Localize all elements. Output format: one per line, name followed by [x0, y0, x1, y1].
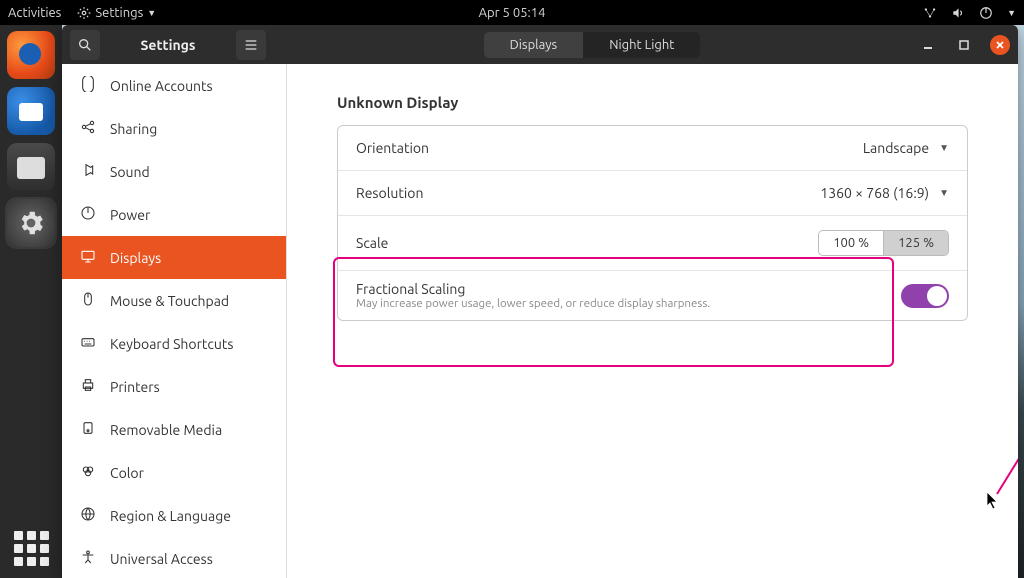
settings-sidebar: Online Accounts Sharing Sound Power Displays… — [62, 64, 287, 578]
annotation-arrow — [977, 384, 1018, 508]
sidebar-item-label: Color — [110, 465, 144, 481]
scale-100-button[interactable]: 100 % — [819, 231, 883, 255]
chevron-down-icon: ▼ — [147, 8, 156, 18]
sidebar-item-label: Power — [110, 207, 150, 223]
close-button[interactable] — [990, 35, 1010, 55]
search-button[interactable] — [70, 30, 100, 60]
power-menu-icon — [979, 6, 993, 20]
scale-row: Scale 100 % 125 % — [338, 216, 967, 271]
sidebar-item-label: Printers — [110, 379, 160, 395]
app-menu-label: Settings — [95, 6, 143, 20]
settings-window: Settings Displays Night Light Onl — [62, 25, 1018, 578]
displays-panel: Unknown Display Orientation Landscape ▼ … — [287, 64, 1018, 578]
chevron-down-icon: ▼ — [939, 142, 949, 154]
settings-small-icon — [77, 6, 91, 20]
titlebar: Settings Displays Night Light — [62, 25, 1018, 64]
activities-label: Activities — [8, 6, 61, 20]
app-menu-button[interactable]: Settings ▼ — [77, 6, 156, 20]
orientation-row[interactable]: Orientation Landscape ▼ — [338, 126, 967, 171]
tab-displays[interactable]: Displays — [484, 32, 584, 58]
dock — [0, 25, 62, 578]
search-icon — [77, 37, 93, 53]
sidebar-item-sharing[interactable]: Sharing — [62, 107, 286, 150]
sidebar-item-region-language[interactable]: Region & Language — [62, 494, 286, 537]
region-language-icon — [80, 506, 96, 525]
sidebar-item-printers[interactable]: Printers — [62, 365, 286, 408]
scale-segment: 100 % 125 % — [818, 230, 949, 256]
system-tray[interactable]: ▼ — [923, 6, 1016, 20]
mouse-touchpad-icon — [80, 291, 96, 310]
activities-button[interactable]: Activities — [8, 6, 61, 20]
sharing-icon — [80, 119, 96, 138]
printers-icon — [80, 377, 96, 396]
orientation-label: Orientation — [356, 140, 863, 156]
sidebar-item-displays[interactable]: Displays — [62, 236, 286, 279]
keyboard-shortcuts-icon — [80, 334, 96, 353]
orientation-value: Landscape — [863, 140, 929, 156]
minimize-button[interactable] — [918, 35, 938, 55]
removable-media-icon — [80, 420, 96, 439]
sound-icon — [80, 162, 96, 181]
display-name-heading: Unknown Display — [337, 94, 968, 111]
sidebar-item-online-accounts[interactable]: Online Accounts — [62, 64, 286, 107]
sidebar-item-label: Removable Media — [110, 422, 222, 438]
resolution-row[interactable]: Resolution 1360 × 768 (16:9) ▼ — [338, 171, 967, 216]
sidebar-item-label: Online Accounts — [110, 78, 213, 94]
sidebar-item-label: Keyboard Shortcuts — [110, 336, 233, 352]
sidebar-item-label: Universal Access — [110, 551, 213, 567]
fractional-scaling-row: Fractional Scaling May increase power us… — [338, 271, 967, 320]
menu-icon — [243, 37, 259, 53]
resolution-label: Resolution — [356, 185, 820, 201]
show-applications-button[interactable] — [11, 528, 51, 568]
sidebar-item-label: Displays — [110, 250, 161, 266]
display-settings-panel: Orientation Landscape ▼ Resolution 1360 … — [337, 125, 968, 321]
color-icon — [80, 463, 96, 482]
sidebar-item-mouse-touchpad[interactable]: Mouse & Touchpad — [62, 279, 286, 322]
fractional-scaling-sub: May increase power usage, lower speed, o… — [356, 297, 901, 310]
tab-night-light[interactable]: Night Light — [583, 32, 700, 58]
sidebar-item-power[interactable]: Power — [62, 193, 286, 236]
dock-settings[interactable] — [7, 199, 55, 247]
dock-files[interactable] — [7, 143, 55, 191]
sidebar-item-label: Sharing — [110, 121, 157, 137]
sidebar-item-universal-access[interactable]: Universal Access — [62, 537, 286, 578]
online-accounts-icon — [80, 76, 96, 95]
view-switcher: Displays Night Light — [484, 32, 701, 58]
scale-125-button[interactable]: 125 % — [883, 231, 948, 255]
sidebar-item-sound[interactable]: Sound — [62, 150, 286, 193]
fractional-scaling-toggle[interactable] — [901, 284, 949, 308]
resolution-value: 1360 × 768 (16:9) — [820, 185, 929, 201]
chevron-down-icon: ▼ — [939, 187, 949, 199]
hamburger-button[interactable] — [236, 30, 266, 60]
dock-thunderbird[interactable] — [7, 87, 55, 135]
gnome-top-bar: Activities Settings ▼ Apr 5 05:14 ▼ — [0, 0, 1024, 25]
volume-icon — [951, 6, 965, 20]
network-icon — [923, 6, 937, 20]
sidebar-item-keyboard-shortcuts[interactable]: Keyboard Shortcuts — [62, 322, 286, 365]
sidebar-item-label: Sound — [110, 164, 150, 180]
fractional-scaling-label: Fractional Scaling — [356, 281, 901, 297]
maximize-button[interactable] — [954, 35, 974, 55]
dock-firefox[interactable] — [7, 31, 55, 79]
sidebar-item-label: Mouse & Touchpad — [110, 293, 229, 309]
clock[interactable]: Apr 5 05:14 — [479, 6, 546, 20]
displays-icon — [80, 248, 96, 267]
chevron-down-icon: ▼ — [1007, 8, 1016, 18]
clock-text: Apr 5 05:14 — [479, 6, 546, 20]
mouse-cursor — [986, 491, 1000, 515]
window-title: Settings — [108, 37, 228, 53]
sidebar-item-color[interactable]: Color — [62, 451, 286, 494]
power-icon — [80, 205, 96, 224]
sidebar-item-removable-media[interactable]: Removable Media — [62, 408, 286, 451]
universal-access-icon — [80, 549, 96, 568]
scale-label: Scale — [356, 235, 818, 251]
sidebar-item-label: Region & Language — [110, 508, 231, 524]
